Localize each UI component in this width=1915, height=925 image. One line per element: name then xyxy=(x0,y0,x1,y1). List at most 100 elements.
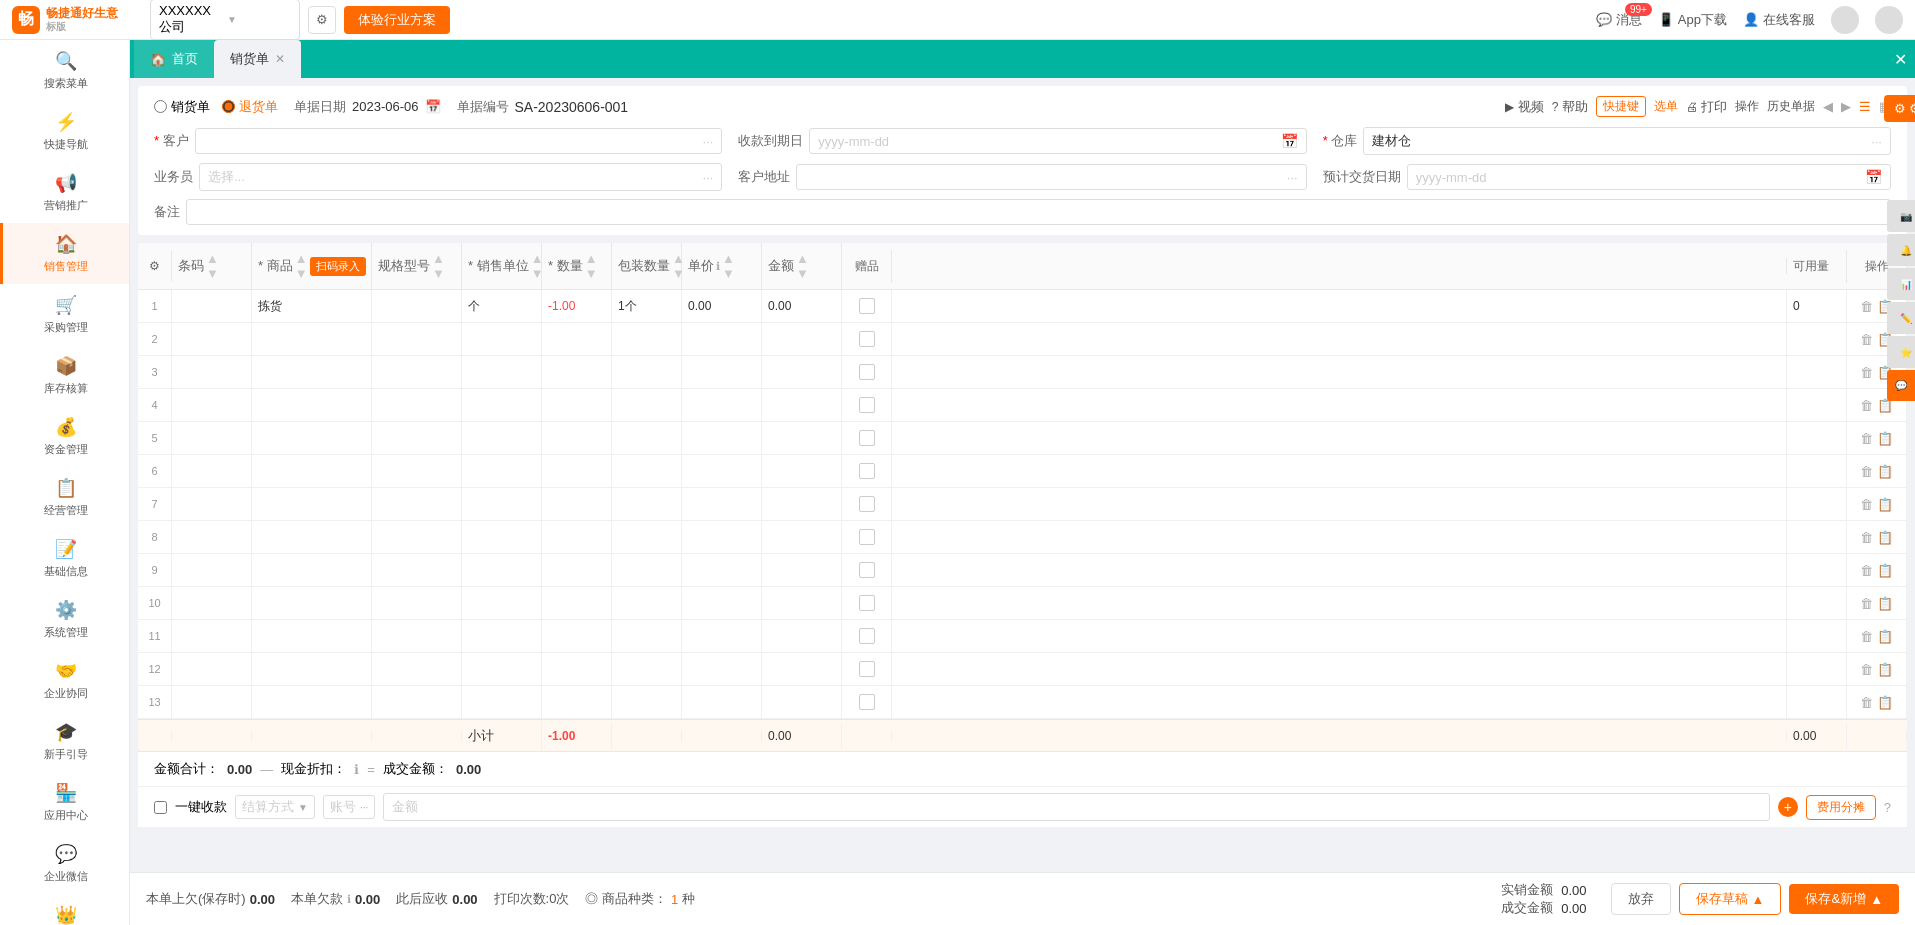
add-payment-button[interactable]: + xyxy=(1778,797,1798,817)
help-btn[interactable]: ? 帮助 xyxy=(1552,98,1588,116)
nav-prev-icon[interactable]: ◀ xyxy=(1823,99,1833,114)
td-barcode-1[interactable] xyxy=(172,290,252,322)
warehouse-input[interactable]: 建材仓 ··· xyxy=(1363,127,1891,155)
expected-date-input[interactable]: yyyy-mm-dd 📅 xyxy=(1407,164,1891,190)
note-input[interactable] xyxy=(186,199,1891,225)
print-btn[interactable]: 🖨 打印 xyxy=(1686,98,1727,116)
right-panel-btn-5[interactable]: ⭐ xyxy=(1887,336,1915,368)
delete-icon[interactable]: 🗑 xyxy=(1860,497,1873,512)
settings-icon[interactable]: ⚙ xyxy=(308,6,336,34)
td-product-1[interactable]: 拣货 xyxy=(252,290,372,322)
sidebar-item-search[interactable]: 🔍 搜索菜单 xyxy=(0,40,129,101)
trial-button[interactable]: 体验行业方案 xyxy=(344,6,450,34)
view-list-icon[interactable]: ☰ xyxy=(1859,99,1871,114)
history-btn[interactable]: 历史单据 xyxy=(1767,98,1815,115)
payment-date-calendar-icon[interactable]: 📅 xyxy=(1281,133,1298,149)
tab-sales-order[interactable]: 销货单 ✕ xyxy=(214,40,301,78)
right-panel-btn-3[interactable]: 📊 xyxy=(1887,268,1915,300)
copy-icon[interactable]: 📋 xyxy=(1877,464,1893,479)
delete-icon[interactable]: 🗑 xyxy=(1860,464,1873,479)
td-gift-1[interactable] xyxy=(842,290,892,322)
expense-split-button[interactable]: 费用分摊 xyxy=(1806,795,1876,820)
right-panel-btn-2[interactable]: 🔔 xyxy=(1887,234,1915,266)
right-panel-btn-6[interactable]: 💬 xyxy=(1887,370,1915,401)
company-select[interactable]: XXXXXX公司 ▼ xyxy=(150,0,300,40)
right-panel-btn-1[interactable]: 📷 xyxy=(1887,200,1915,232)
td-qty-1[interactable]: -1.00 xyxy=(542,290,612,322)
delete-icon[interactable]: 🗑 xyxy=(1860,431,1873,446)
staff-input[interactable]: 选择... ··· xyxy=(199,163,722,191)
sidebar-item-operations[interactable]: 📋 经营管理 xyxy=(0,467,129,528)
copy-icon[interactable]: 📋 xyxy=(1877,530,1893,545)
td-spec-1[interactable] xyxy=(372,290,462,322)
delete-icon[interactable]: 🗑 xyxy=(1860,563,1873,578)
delete-icon-1[interactable]: 🗑 xyxy=(1860,299,1873,314)
account-select[interactable]: 账号 ··· xyxy=(323,795,375,819)
message-button[interactable]: 💬 消息 99+ xyxy=(1596,11,1642,29)
radio-sales-order[interactable]: 销货单 xyxy=(154,98,210,116)
copy-icon[interactable]: 📋 xyxy=(1877,431,1893,446)
delete-icon[interactable]: 🗑 xyxy=(1860,596,1873,611)
sidebar-item-sales[interactable]: 🏠 销售管理 xyxy=(0,223,129,284)
online-service-button[interactable]: 👤 在线客服 xyxy=(1743,11,1815,29)
delete-icon[interactable]: 🗑 xyxy=(1860,530,1873,545)
delete-icon[interactable]: 🗑 xyxy=(1860,332,1873,347)
sidebar-item-quicknav[interactable]: ⚡ 快捷导航 xyxy=(0,101,129,162)
user-avatar[interactable] xyxy=(1831,6,1859,34)
user-avatar2[interactable] xyxy=(1875,6,1903,34)
expected-date-calendar-icon[interactable]: 📅 xyxy=(1865,169,1882,185)
delete-icon[interactable]: 🗑 xyxy=(1860,398,1873,413)
copy-icon[interactable]: 📋 xyxy=(1877,497,1893,512)
setting-button[interactable]: ⚙ ⚙ 设置 xyxy=(1884,95,1915,122)
sidebar-item-purchase[interactable]: 🛒 采购管理 xyxy=(0,284,129,345)
payment-amount-input[interactable]: 金额 xyxy=(383,793,1770,821)
save-draft-arrow[interactable]: ▲ xyxy=(1752,892,1765,907)
ops-btn[interactable]: 操作 xyxy=(1735,98,1759,115)
payment-date-input[interactable]: yyyy-mm-dd 📅 xyxy=(809,128,1306,154)
delete-icon[interactable]: 🗑 xyxy=(1860,629,1873,644)
save-draft-button[interactable]: 保存草稿 ▲ xyxy=(1679,883,1782,915)
nav-next-icon[interactable]: ▶ xyxy=(1841,99,1851,114)
sidebar-item-basics[interactable]: 📝 基础信息 xyxy=(0,528,129,589)
sidebar-item-inventory[interactable]: 📦 库存核算 xyxy=(0,345,129,406)
copy-icon[interactable]: 📋 xyxy=(1877,629,1893,644)
app-download-button[interactable]: 📱 App下载 xyxy=(1658,11,1727,29)
customer-input[interactable]: ··· xyxy=(195,128,723,154)
one-click-checkbox[interactable] xyxy=(154,801,167,814)
tab-home[interactable]: 🏠 首页 xyxy=(134,40,214,78)
payment-help-icon[interactable]: ? xyxy=(1884,800,1891,815)
shortcut-btn[interactable]: 快捷键 xyxy=(1596,96,1646,117)
sidebar-item-member[interactable]: 👑 畅会员 xyxy=(0,894,129,925)
scan-button[interactable]: 扫码录入 xyxy=(310,257,366,276)
tab-close-icon[interactable]: ✕ xyxy=(275,52,285,66)
payment-method-select[interactable]: 结算方式 ▼ xyxy=(235,795,315,819)
close-window-icon[interactable]: ✕ xyxy=(1894,50,1907,69)
td-amount-1[interactable]: 0.00 xyxy=(762,290,842,322)
save-new-arrow[interactable]: ▲ xyxy=(1870,892,1883,907)
copy-icon[interactable]: 📋 xyxy=(1877,563,1893,578)
radio-return-order[interactable]: 退货单 xyxy=(222,98,278,116)
delete-icon[interactable]: 🗑 xyxy=(1860,662,1873,677)
customer-addr-input[interactable]: ··· xyxy=(796,164,1306,190)
delete-icon[interactable]: 🗑 xyxy=(1860,365,1873,380)
select-btn[interactable]: 选单 xyxy=(1654,98,1678,115)
copy-icon[interactable]: 📋 xyxy=(1877,695,1893,710)
right-panel-btn-4[interactable]: ✏️ xyxy=(1887,302,1915,334)
sidebar-item-appstore[interactable]: 🏪 应用中心 xyxy=(0,772,129,833)
sidebar-item-finance[interactable]: 💰 资金管理 xyxy=(0,406,129,467)
sidebar-item-guide[interactable]: 🎓 新手引导 xyxy=(0,711,129,772)
td-unit-1[interactable]: 个 xyxy=(462,290,542,322)
save-new-button[interactable]: 保存&新增 ▲ xyxy=(1789,884,1899,914)
sidebar-item-wechat[interactable]: 💬 企业微信 xyxy=(0,833,129,894)
td-remark-1[interactable] xyxy=(892,290,1787,322)
sidebar-item-marketing[interactable]: 📢 营销推广 xyxy=(0,162,129,223)
discard-button[interactable]: 放弃 xyxy=(1611,883,1671,915)
calendar-icon[interactable]: 📅 xyxy=(425,99,441,114)
copy-icon[interactable]: 📋 xyxy=(1877,662,1893,677)
sidebar-item-collab[interactable]: 🤝 企业协同 xyxy=(0,650,129,711)
copy-icon[interactable]: 📋 xyxy=(1877,596,1893,611)
delete-icon[interactable]: 🗑 xyxy=(1860,695,1873,710)
video-btn[interactable]: ▶ 视频 xyxy=(1505,98,1543,116)
td-price-1[interactable]: 0.00 xyxy=(682,290,762,322)
td-pkg-1[interactable]: 1个 xyxy=(612,290,682,322)
